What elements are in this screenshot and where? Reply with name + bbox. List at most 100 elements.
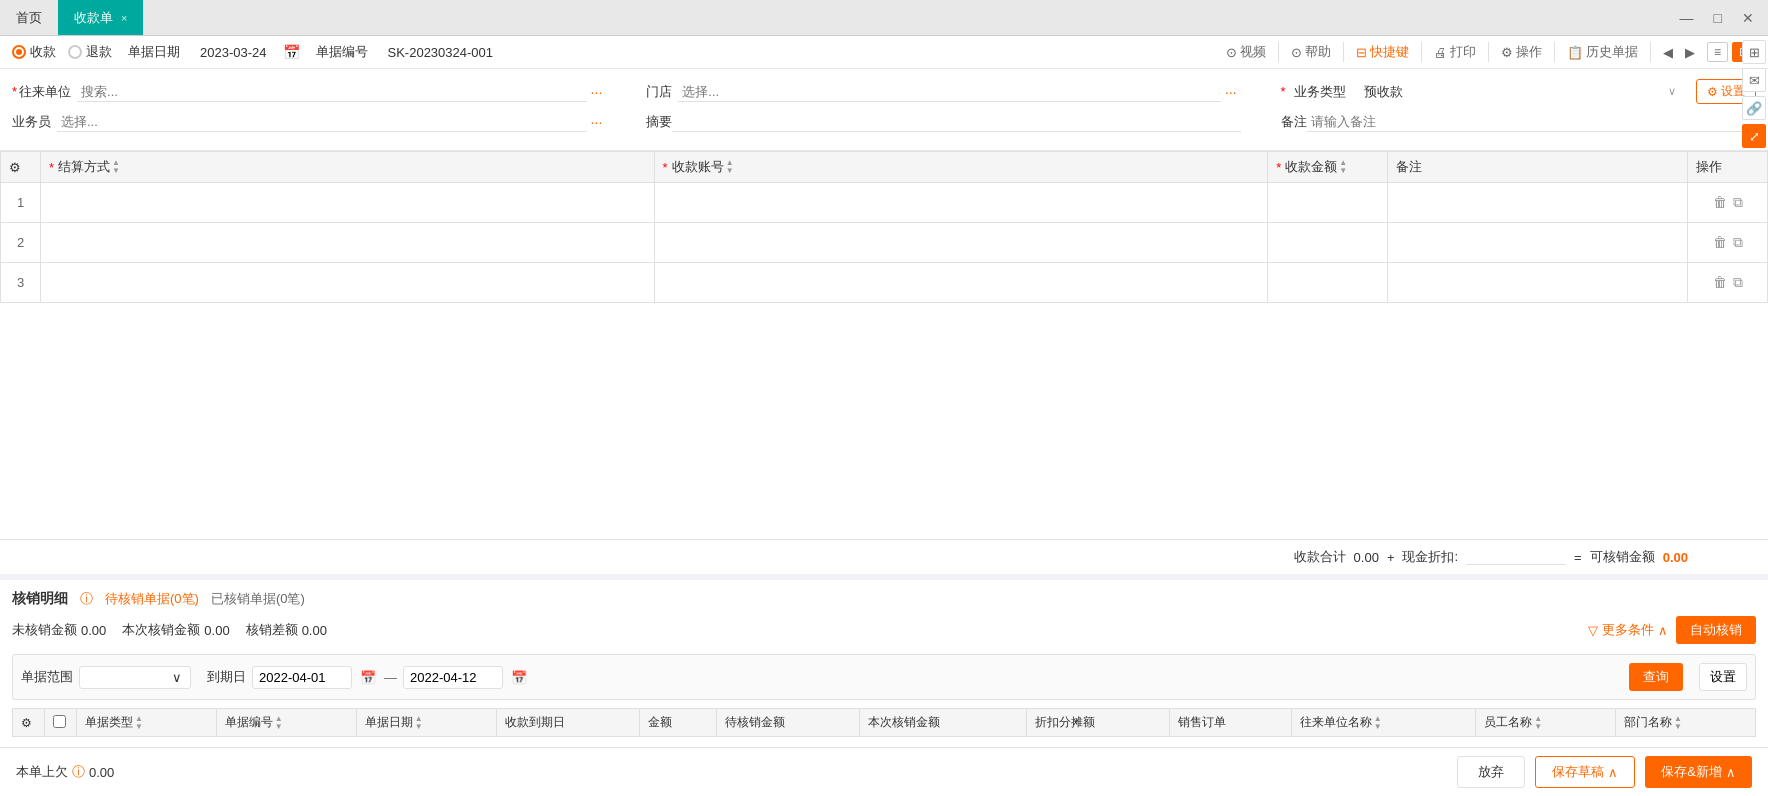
shortcut-btn[interactable]: ⊟ 快捷键 bbox=[1356, 43, 1409, 61]
plus-sign: + bbox=[1387, 550, 1395, 565]
due-date-from[interactable] bbox=[252, 666, 352, 689]
verified-tab[interactable]: 已核销单据(0笔) bbox=[211, 590, 305, 608]
th-gear[interactable]: ⚙ bbox=[1, 152, 41, 183]
abandon-btn[interactable]: 放弃 bbox=[1457, 756, 1525, 788]
nav-right-btn[interactable]: ▶ bbox=[1685, 45, 1695, 60]
row-1-account[interactable] bbox=[654, 183, 1268, 223]
row-2-account[interactable] bbox=[654, 223, 1268, 263]
calendar-from-icon[interactable]: 📅 bbox=[360, 670, 376, 685]
receipt-table-section: ⚙ * 结算方式 ▲▼ * 收款账号 ▲▼ bbox=[0, 151, 1768, 539]
total-label: 收款合计 bbox=[1294, 548, 1346, 566]
query-btn[interactable]: 查询 bbox=[1629, 663, 1683, 691]
save-draft-btn[interactable]: 保存草稿 ∧ bbox=[1535, 756, 1635, 788]
range-select[interactable]: ∨ bbox=[79, 666, 191, 689]
save-new-btn[interactable]: 保存&新增 ∧ bbox=[1645, 756, 1752, 788]
counterpart-input[interactable] bbox=[77, 82, 587, 102]
staff-input[interactable] bbox=[57, 112, 587, 132]
due-date-to[interactable] bbox=[403, 666, 503, 689]
row-3-copy-icon[interactable]: ⧉ bbox=[1733, 274, 1743, 291]
row-2-amount[interactable] bbox=[1268, 223, 1388, 263]
counterpart-field: * 往来单位 ··· bbox=[12, 82, 606, 102]
close-btn[interactable]: ✕ bbox=[1736, 10, 1760, 26]
help-btn[interactable]: ⊙ 帮助 bbox=[1291, 43, 1331, 61]
footer-value: 0.00 bbox=[89, 765, 114, 780]
store-more-btn[interactable]: ··· bbox=[1221, 84, 1241, 100]
more-conditions-btn[interactable]: ▽ 更多条件 ∧ bbox=[1588, 621, 1668, 639]
row-3-settle[interactable] bbox=[41, 263, 655, 303]
video-btn[interactable]: ⊙ 视频 bbox=[1226, 43, 1266, 61]
info-icon[interactable]: ⓘ bbox=[72, 763, 85, 781]
operation-btn[interactable]: ⚙ 操作 bbox=[1501, 43, 1542, 61]
select-all-checkbox[interactable] bbox=[53, 715, 66, 728]
discount-input[interactable] bbox=[1466, 549, 1566, 565]
date-field: 单据日期 2023-03-24 📅 bbox=[128, 43, 300, 61]
row-3-amount[interactable] bbox=[1268, 263, 1388, 303]
date-label: 单据日期 bbox=[128, 43, 180, 61]
vth-date: 单据日期 ▲▼ bbox=[356, 709, 496, 737]
filter-settings-btn[interactable]: 设置 bbox=[1699, 663, 1747, 691]
vth-amount: 金额 bbox=[640, 709, 717, 737]
toolbar-right: ⊙ 视频 ⊙ 帮助 ⊟ 快捷键 🖨 打印 ⚙ 操作 bbox=[1226, 42, 1756, 62]
business-type-field: * 业务类型 预收款 ∨ ⚙ 设置 bbox=[1281, 79, 1756, 104]
pending-tab[interactable]: 待核销单据(0笔) bbox=[105, 590, 199, 608]
history-btn[interactable]: 📋 历史单据 bbox=[1567, 43, 1638, 61]
sort-arrows-amount[interactable]: ▲▼ bbox=[1339, 159, 1347, 175]
staff-more-btn[interactable]: ··· bbox=[587, 114, 607, 130]
business-type-arrow[interactable]: ∨ bbox=[1668, 85, 1676, 98]
maximize-btn[interactable]: □ bbox=[1708, 10, 1728, 26]
vth-checkbox[interactable] bbox=[45, 709, 77, 737]
row-2-notes[interactable] bbox=[1388, 223, 1688, 263]
row-1-settle[interactable] bbox=[41, 183, 655, 223]
auto-verify-btn[interactable]: 自动核销 bbox=[1676, 616, 1756, 644]
tab-close-btn[interactable]: × bbox=[121, 12, 127, 24]
range-label: 单据范围 bbox=[21, 668, 73, 686]
refund-radio[interactable]: 退款 bbox=[68, 43, 112, 61]
business-type-label: 业务类型 bbox=[1294, 83, 1346, 101]
verify-info-icon[interactable]: ⓘ bbox=[80, 590, 93, 608]
calendar-to-icon[interactable]: 📅 bbox=[511, 670, 527, 685]
notes-input[interactable] bbox=[1307, 112, 1756, 132]
row-2-copy-icon[interactable]: ⧉ bbox=[1733, 234, 1743, 251]
gear-icon: ⚙ bbox=[9, 160, 21, 175]
store-input[interactable] bbox=[678, 82, 1221, 102]
counterpart-more-btn[interactable]: ··· bbox=[587, 84, 607, 100]
nav-left-btn[interactable]: ◀ bbox=[1663, 45, 1673, 60]
view-list-btn[interactable]: ≡ bbox=[1707, 42, 1728, 62]
vth-staff: 员工名称 ▲▼ bbox=[1476, 709, 1616, 737]
tab-home[interactable]: 首页 bbox=[0, 0, 58, 35]
summary-input[interactable] bbox=[672, 112, 1240, 132]
vth-gear[interactable]: ⚙ bbox=[13, 709, 45, 737]
row-3-delete-icon[interactable]: 🗑 bbox=[1713, 274, 1727, 291]
staff-field: 业务员 ··· bbox=[12, 112, 606, 132]
tab-receipt[interactable]: 收款单 × bbox=[58, 0, 143, 35]
sidebar-expand-btn[interactable]: ⤢ bbox=[1742, 124, 1766, 148]
row-1-notes[interactable] bbox=[1388, 183, 1688, 223]
divider6 bbox=[1650, 42, 1651, 62]
date-calendar-icon[interactable]: 📅 bbox=[283, 44, 300, 60]
due-date-field: 到期日 📅 — 📅 bbox=[207, 666, 527, 689]
sidebar-table-btn[interactable]: ⊞ bbox=[1742, 40, 1766, 64]
row-2-delete-icon[interactable]: 🗑 bbox=[1713, 234, 1727, 251]
row-2-actions: 🗑 ⧉ bbox=[1688, 223, 1768, 263]
unverified-label: 未核销金额 bbox=[12, 621, 77, 639]
sort-arrows-settle[interactable]: ▲▼ bbox=[112, 159, 120, 175]
filter-expand-row: 单据范围 ∨ 到期日 📅 — 📅 查询 设置 bbox=[12, 654, 1756, 700]
print-btn[interactable]: 🖨 打印 bbox=[1434, 43, 1476, 61]
toolbar: 收款 退款 单据日期 2023-03-24 📅 单据编号 SK-20230324… bbox=[0, 36, 1768, 69]
sidebar-email-btn[interactable]: ✉ bbox=[1742, 68, 1766, 92]
th-actions: 操作 bbox=[1688, 152, 1768, 183]
row-1-amount[interactable] bbox=[1268, 183, 1388, 223]
number-value: SK-20230324-001 bbox=[388, 45, 494, 60]
row-2-settle[interactable] bbox=[41, 223, 655, 263]
row-1-copy-icon[interactable]: ⧉ bbox=[1733, 194, 1743, 211]
verify-stats: 未核销金额 0.00 本次核销金额 0.00 核销差额 0.00 ▽ 更多条件 … bbox=[12, 616, 1756, 644]
sort-arrows-account[interactable]: ▲▼ bbox=[726, 159, 734, 175]
total-value: 0.00 bbox=[1354, 550, 1379, 565]
receipt-radio[interactable]: 收款 bbox=[12, 43, 56, 61]
clip-icon: 🔗 bbox=[1746, 101, 1762, 116]
row-3-account[interactable] bbox=[654, 263, 1268, 303]
sidebar-clip-btn[interactable]: 🔗 bbox=[1742, 96, 1766, 120]
minimize-btn[interactable]: — bbox=[1674, 10, 1700, 26]
row-3-notes[interactable] bbox=[1388, 263, 1688, 303]
row-1-delete-icon[interactable]: 🗑 bbox=[1713, 194, 1727, 211]
